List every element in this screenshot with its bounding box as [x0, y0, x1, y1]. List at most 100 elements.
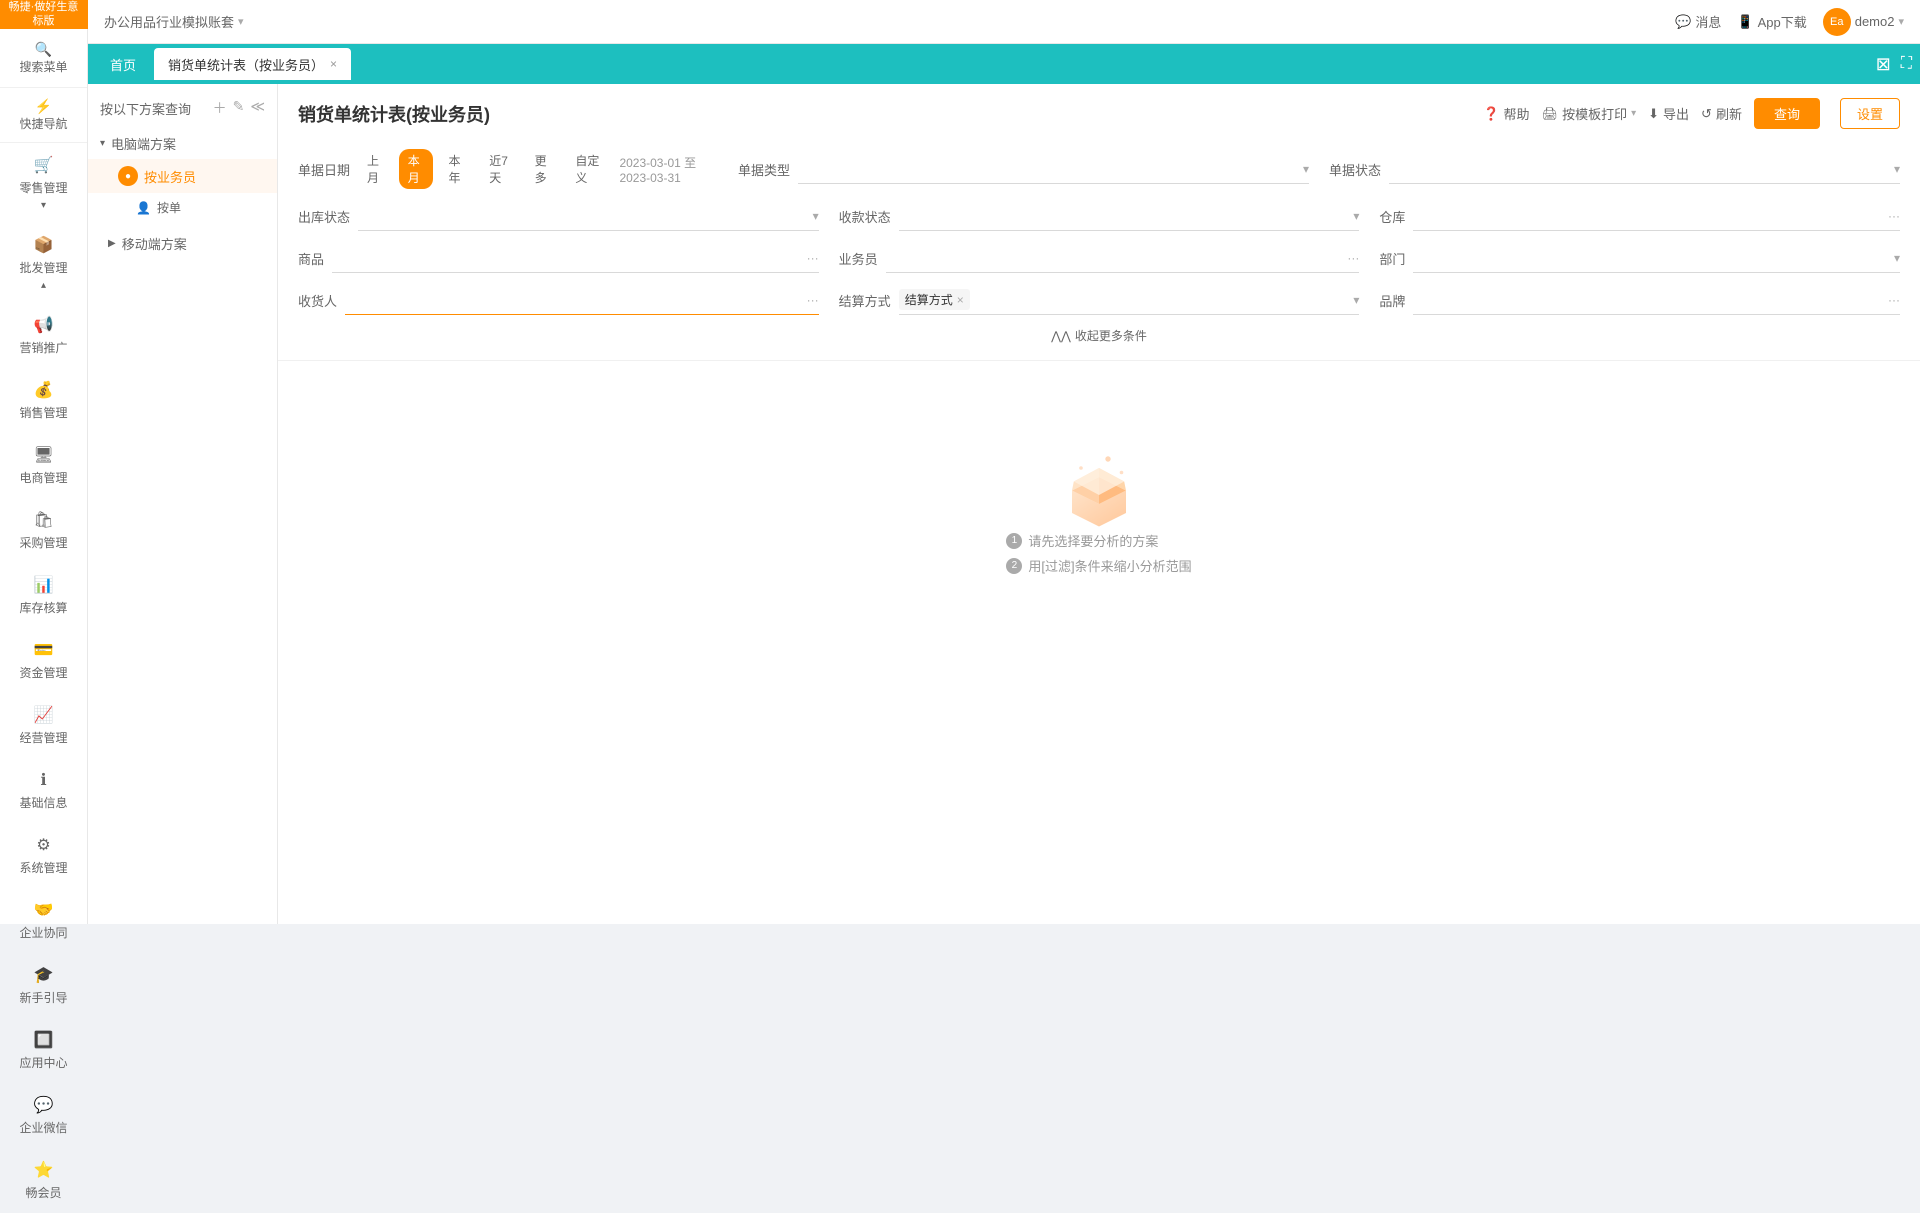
- mobile-group-header[interactable]: ▶ 移动端方案: [88, 228, 277, 259]
- filter-staff: 业务员 ···: [839, 243, 1360, 273]
- basic-icon: ℹ: [40, 770, 46, 790]
- brand-dots-icon[interactable]: ···: [1888, 293, 1900, 307]
- fullscreen-icon[interactable]: ⛶: [1901, 55, 1912, 73]
- app-download-btn[interactable]: 📱 App下载: [1737, 12, 1806, 31]
- collect-status-dropdown-icon[interactable]: ▾: [1353, 209, 1359, 223]
- warehouse-dots-icon[interactable]: ···: [1888, 209, 1900, 223]
- page-actions: ❓ 帮助 🖨 按模板打印 ▾ ⬇ 导出 ↺ 刷新: [1483, 98, 1900, 129]
- purchase-icon: 🛍: [33, 510, 53, 530]
- tab-home[interactable]: 首页: [96, 48, 150, 80]
- brand-field[interactable]: ···: [1413, 285, 1900, 315]
- retail-icon: 🛒: [34, 155, 54, 175]
- sidebar-item-ecommerce[interactable]: 🖥 电商管理: [0, 433, 87, 498]
- scheme-sub-by-order[interactable]: 👤 按单: [88, 193, 277, 222]
- payment-dropdown-icon[interactable]: ▾: [1353, 293, 1359, 307]
- collapse-btn[interactable]: ⋀⋀ 收起更多条件: [1051, 327, 1147, 344]
- sidebar-item-system[interactable]: ⚙ 系统管理: [0, 823, 87, 888]
- goods-field[interactable]: ···: [332, 243, 819, 273]
- consignee-input[interactable]: [345, 292, 819, 307]
- consignee-field[interactable]: ···: [345, 285, 819, 315]
- refresh-btn[interactable]: ↺ 刷新: [1701, 104, 1742, 123]
- home-label: 首页: [110, 55, 136, 74]
- topbar-left: 办公用品行业模拟账套 ▾: [104, 12, 244, 31]
- edit-scheme-icon[interactable]: ✎: [233, 98, 245, 118]
- date-more[interactable]: 更多: [526, 149, 561, 189]
- finance-icon: 💳: [34, 640, 54, 660]
- corp-wechat-icon: 💬: [34, 1095, 54, 1115]
- payment-tag: 结算方式 ×: [899, 289, 970, 310]
- empty-tip-2: 2 用[过滤]条件来缩小分析范围: [1006, 556, 1191, 575]
- help-btn[interactable]: ❓ 帮助: [1483, 104, 1529, 123]
- sidebar-item-corp[interactable]: 🤝 企业协同: [0, 888, 87, 953]
- sidebar-item-corp-wechat[interactable]: 💬 企业微信: [0, 1083, 87, 1148]
- newbie-icon: 🎓: [34, 965, 54, 985]
- tab-close-icon[interactable]: ×: [330, 57, 337, 71]
- filter-doc-status: 单据状态 ▾: [1329, 154, 1900, 184]
- scheme-item-by-staff[interactable]: ● 按业务员: [88, 159, 277, 193]
- export-btn[interactable]: ⬇ 导出: [1648, 104, 1689, 123]
- sidebar-item-inventory[interactable]: 📊 库存核算: [0, 563, 87, 628]
- content-area: 按以下方案查询 ＋ ✎ ≪ ▾ 电脑端方案 ● 按业务员 👤: [88, 84, 1920, 924]
- sidebar-item-app-center[interactable]: 🔲 应用中心: [0, 1018, 87, 1083]
- goods-label: 商品: [298, 249, 324, 268]
- staff-dots-icon[interactable]: ···: [1347, 251, 1359, 265]
- tip-2-icon: 2: [1006, 558, 1022, 574]
- date-this-month[interactable]: 本月: [399, 149, 434, 189]
- sidebar-item-ops[interactable]: 📈 经营管理: [0, 693, 87, 758]
- query-button[interactable]: 查询: [1754, 98, 1820, 129]
- filter-out-status: 出库状态 ▾: [298, 201, 819, 231]
- doc-type-dropdown-icon[interactable]: ▾: [1303, 162, 1309, 176]
- filter-payment: 结算方式 结算方式 × ▾: [839, 285, 1360, 315]
- staff-field[interactable]: ···: [886, 243, 1360, 273]
- settings-button[interactable]: 设置: [1840, 98, 1900, 129]
- sidebar-shortcut[interactable]: ⚡ 快捷导航: [0, 88, 87, 143]
- consignee-dots-icon[interactable]: ···: [807, 293, 819, 307]
- sidebar-item-purchase[interactable]: 🛍 采购管理: [0, 498, 87, 563]
- dept-field[interactable]: ▾: [1413, 243, 1900, 273]
- marketing-icon: 📢: [34, 315, 54, 335]
- add-scheme-icon[interactable]: ＋: [213, 98, 227, 118]
- dept-dropdown-icon[interactable]: ▾: [1894, 251, 1900, 265]
- date-last-month[interactable]: 上月: [358, 149, 393, 189]
- account-dropdown[interactable]: 办公用品行业模拟账套 ▾: [104, 12, 244, 31]
- filter-row-2: 出库状态 ▾ 收款状态 ▾ 仓库: [298, 201, 1900, 231]
- doc-type-field[interactable]: ▾: [798, 154, 1309, 184]
- user-profile[interactable]: Ea demo2 ▾: [1823, 8, 1904, 36]
- desktop-group-header[interactable]: ▾ 电脑端方案: [88, 128, 277, 159]
- app-center-icon: 🔲: [34, 1030, 54, 1050]
- empty-state: 1 请先选择要分析的方案 2 用[过滤]条件来缩小分析范围: [278, 361, 1920, 655]
- sidebar-item-member[interactable]: ⭐ 畅会员: [0, 1148, 87, 1213]
- date-custom[interactable]: 自定义: [566, 149, 609, 189]
- sidebar-item-finance[interactable]: 💳 资金管理: [0, 628, 87, 693]
- sidebar-item-retail[interactable]: 🛒 零售管理 ▾: [0, 143, 87, 223]
- filter-collect-status: 收款状态 ▾: [839, 201, 1360, 231]
- template-print-btn[interactable]: 🖨 按模板打印 ▾: [1542, 104, 1637, 123]
- out-status-field[interactable]: ▾: [358, 201, 819, 231]
- out-status-label: 出库状态: [298, 207, 350, 226]
- out-status-dropdown-icon[interactable]: ▾: [813, 209, 819, 223]
- message-btn[interactable]: 💬 消息: [1675, 12, 1721, 31]
- logo-text: 畅捷·做好生意: [9, 0, 79, 14]
- doc-status-dropdown-icon[interactable]: ▾: [1894, 162, 1900, 176]
- download-icon: 📱: [1737, 14, 1753, 30]
- tab-close-main-icon[interactable]: ⊠: [1876, 54, 1891, 75]
- empty-box-icon: [1054, 441, 1144, 531]
- sidebar-item-basic[interactable]: ℹ 基础信息: [0, 758, 87, 823]
- warehouse-field[interactable]: ···: [1413, 201, 1900, 231]
- doc-status-field[interactable]: ▾: [1389, 154, 1900, 184]
- sidebar-item-newbie[interactable]: 🎓 新手引导: [0, 953, 87, 1018]
- topbar-right: 💬 消息 📱 App下载 Ea demo2 ▾: [1675, 8, 1904, 36]
- tab-sales-stat[interactable]: 销货单统计表（按业务员） ×: [154, 48, 351, 80]
- sidebar-search[interactable]: 🔍 搜索菜单: [0, 29, 87, 88]
- sidebar-item-sales[interactable]: 💰 销售管理: [0, 368, 87, 433]
- collapse-panel-icon[interactable]: ≪: [250, 98, 265, 118]
- goods-dots-icon[interactable]: ···: [807, 251, 819, 265]
- date-last-7[interactable]: 近7天: [480, 149, 519, 189]
- collect-status-field[interactable]: ▾: [899, 201, 1360, 231]
- doc-type-label: 单据类型: [738, 160, 790, 179]
- sidebar-item-wholesale[interactable]: 📦 批发管理 ▴: [0, 223, 87, 303]
- date-this-year[interactable]: 本年: [439, 149, 474, 189]
- sidebar-item-marketing[interactable]: 📢 营销推广: [0, 303, 87, 368]
- dropdown-arrow-icon: ▾: [238, 15, 244, 28]
- payment-tag-close[interactable]: ×: [957, 293, 964, 307]
